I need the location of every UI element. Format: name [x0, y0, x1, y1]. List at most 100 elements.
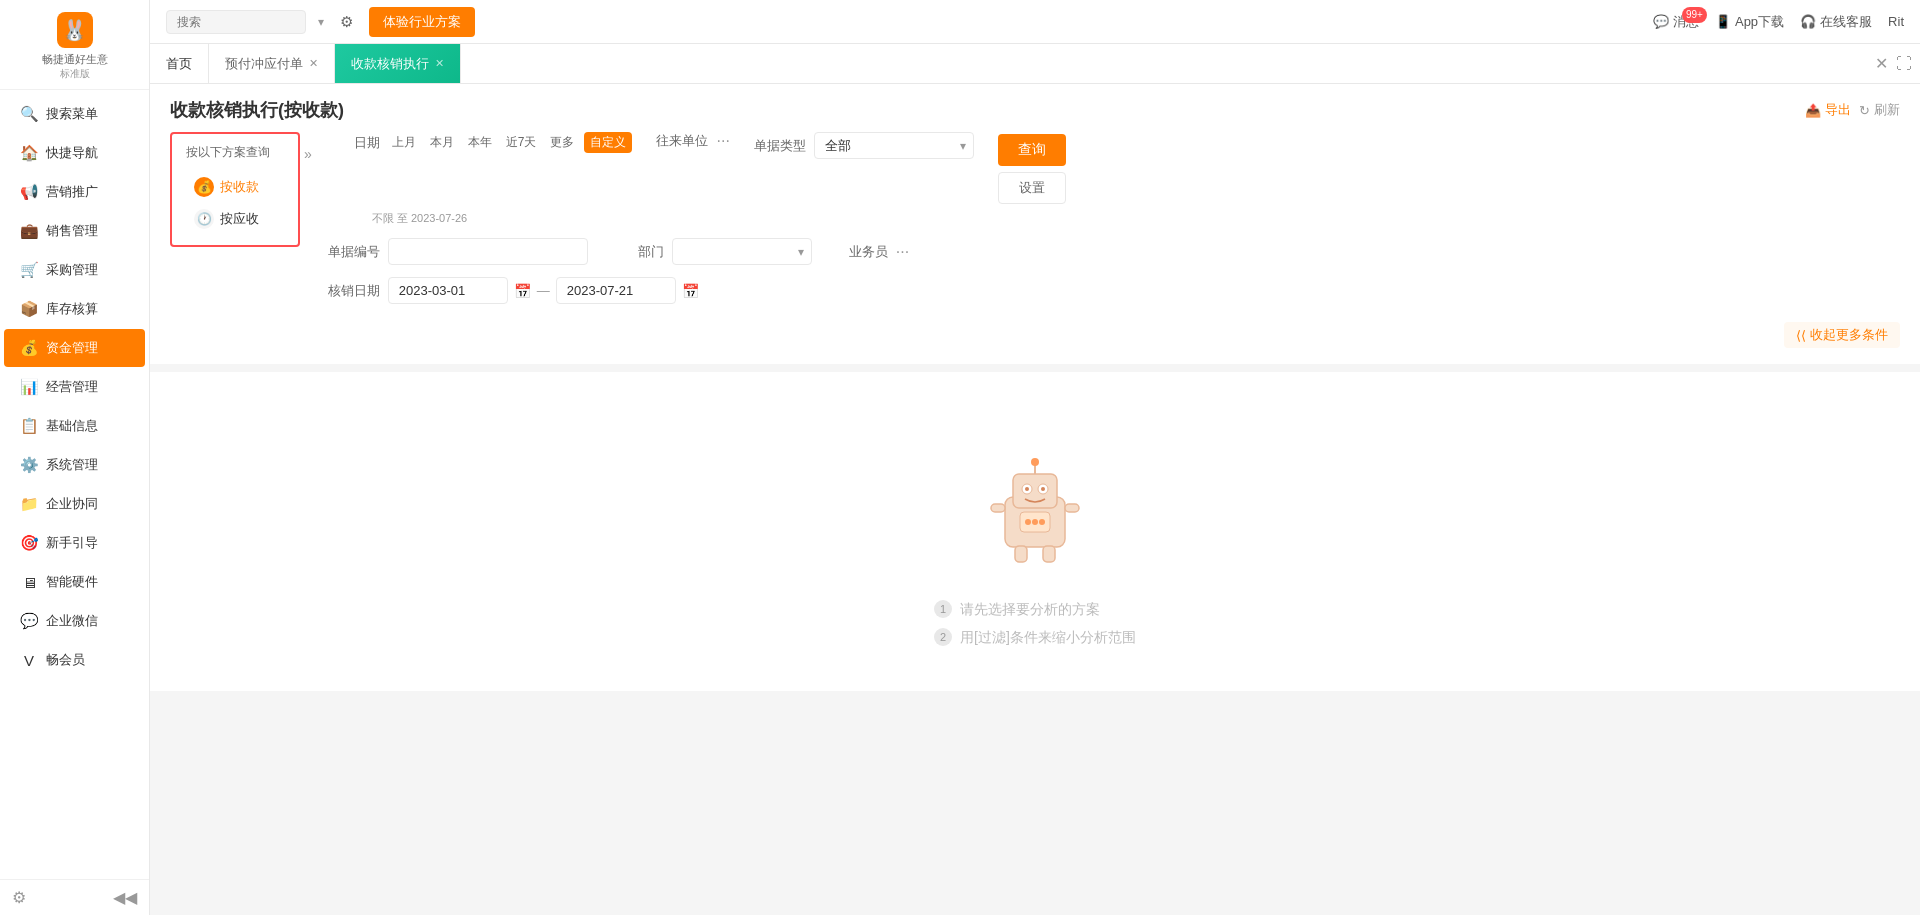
sidebar-item-basic-info[interactable]: 📋 基础信息 — [4, 407, 145, 445]
search-input[interactable] — [166, 10, 306, 34]
sidebar-item-search-menu[interactable]: 🔍 搜索菜单 — [4, 95, 145, 133]
partner-dots-button[interactable]: ··· — [716, 132, 729, 150]
dept-select[interactable] — [672, 238, 812, 265]
sidebar-item-purchase[interactable]: 🛒 采购管理 — [4, 251, 145, 289]
sidebar-icon-finance: 💰 — [20, 339, 38, 357]
filter-by-receivable[interactable]: 🕐 按应收 — [186, 203, 284, 235]
date-quick-buttons: 上月 本月 本年 近7天 更多 自定义 — [388, 132, 633, 153]
sidebar-label-guide: 新手引导 — [46, 534, 98, 552]
collapse-icon: ⟨⟨ — [1796, 328, 1806, 343]
voucher-type-label: 单据类型 — [754, 137, 806, 155]
sidebar-label-purchase: 采购管理 — [46, 261, 98, 279]
empty-tip-2: 2 用[过滤]条件来缩小分析范围 — [934, 623, 1136, 651]
messages-button[interactable]: 💬 消息 99+ — [1653, 13, 1699, 31]
writeoff-date-start-calendar-icon[interactable]: 📅 — [514, 283, 531, 299]
filter-section: 按以下方案查询 💰 按收款 🕐 按应收 » — [150, 132, 1920, 364]
sidebar-label-member: 畅会员 — [46, 651, 85, 669]
settings-bottom-icon[interactable]: ⚙ — [12, 888, 26, 907]
sidebar-item-finance[interactable]: 💰 资金管理 — [4, 329, 145, 367]
sidebar-item-system[interactable]: ⚙️ 系统管理 — [4, 446, 145, 484]
sidebar-label-finance: 资金管理 — [46, 339, 98, 357]
tab-collection-writeoff-close[interactable]: ✕ — [435, 57, 444, 70]
messages-badge: 99+ — [1682, 7, 1707, 23]
sidebar-icon-sales: 💼 — [20, 222, 38, 240]
tab-close-all-icon[interactable]: ✕ — [1875, 54, 1888, 73]
sidebar-item-quick-nav[interactable]: 🏠 快捷导航 — [4, 134, 145, 172]
tab-prepayment-close[interactable]: ✕ — [309, 57, 318, 70]
sidebar-icon-search-menu: 🔍 — [20, 105, 38, 123]
voucher-no-row: 单据编号 部门 — [328, 238, 1900, 265]
sidebar-icon-operations: 📊 — [20, 378, 38, 396]
export-icon: 📤 — [1805, 103, 1821, 118]
tab-bar-actions: ✕ ⛶ — [1875, 54, 1920, 73]
filter-collapse-icon[interactable]: » — [304, 146, 312, 162]
voucher-no-label: 单据编号 — [328, 243, 380, 261]
tab-collection-writeoff[interactable]: 收款核销执行 ✕ — [335, 44, 461, 83]
refresh-button[interactable]: ↻ 刷新 — [1859, 101, 1900, 119]
sidebar-icon-basic-info: 📋 — [20, 417, 38, 435]
sidebar-label-enterprise: 企业协同 — [46, 495, 98, 513]
sidebar-item-sales[interactable]: 💼 销售管理 — [4, 212, 145, 250]
svg-point-7 — [1031, 458, 1039, 466]
tip-num-1: 1 — [934, 600, 952, 618]
svg-point-14 — [1032, 519, 1038, 525]
date-btn-this-month[interactable]: 本月 — [426, 132, 458, 153]
employee-dots-button[interactable]: ··· — [896, 243, 909, 261]
sidebar-item-enterprise[interactable]: 📁 企业协同 — [4, 485, 145, 523]
svg-point-15 — [1039, 519, 1045, 525]
date-btn-this-year[interactable]: 本年 — [464, 132, 496, 153]
voucher-type-filter-group: 单据类型 全部 收款单 付款单 — [754, 132, 974, 159]
tab-collection-writeoff-label: 收款核销执行 — [351, 55, 429, 73]
tab-home[interactable]: 首页 — [150, 44, 209, 83]
empty-tips: 1 请先选择要分析的方案 2 用[过滤]条件来缩小分析范围 — [934, 595, 1136, 651]
date-btn-last-month[interactable]: 上月 — [388, 132, 420, 153]
mobile-icon: 📱 — [1715, 14, 1731, 29]
date-btn-more[interactable]: 更多 — [546, 132, 578, 153]
sidebar-icon-enterprise: 📁 — [20, 495, 38, 513]
industry-solution-button[interactable]: 体验行业方案 — [369, 7, 475, 37]
collapse-more-conditions-button[interactable]: ⟨⟨ 收起更多条件 — [1784, 322, 1900, 348]
sidebar-item-marketing[interactable]: 📢 营销推广 — [4, 173, 145, 211]
date-range-separator: — — [537, 283, 550, 298]
voucher-type-select[interactable]: 全部 收款单 付款单 — [814, 132, 974, 159]
sidebar-label-quick-nav: 快捷导航 — [46, 144, 98, 162]
writeoff-date-label: 核销日期 — [328, 282, 380, 300]
sidebar-icon-system: ⚙️ — [20, 456, 38, 474]
sidebar-icon-wechat: 💬 — [20, 612, 38, 630]
collapse-sidebar-icon[interactable]: ◀◀ — [113, 888, 137, 907]
settings-button[interactable]: 设置 — [998, 172, 1066, 204]
tab-maximize-icon[interactable]: ⛶ — [1896, 55, 1912, 73]
sidebar-item-guide[interactable]: 🎯 新手引导 — [4, 524, 145, 562]
sidebar-icon-inventory: 📦 — [20, 300, 38, 318]
headset-icon: 🎧 — [1800, 14, 1816, 29]
tab-home-label: 首页 — [166, 55, 192, 73]
date-btn-custom[interactable]: 自定义 — [584, 132, 632, 153]
writeoff-date-start-input[interactable] — [388, 277, 508, 304]
user-profile[interactable]: Rit — [1888, 14, 1904, 29]
sidebar-item-inventory[interactable]: 📦 库存核算 — [4, 290, 145, 328]
writeoff-date-end-input[interactable] — [556, 277, 676, 304]
voucher-no-input[interactable] — [388, 238, 588, 265]
settings-icon[interactable]: ⚙ — [340, 13, 353, 31]
filter-options-panel: 按以下方案查询 💰 按收款 🕐 按应收 — [170, 132, 300, 247]
date-btn-7days[interactable]: 近7天 — [502, 132, 541, 153]
filter-rows: 日期 上月 本月 本年 近7天 更多 自定义 — [328, 132, 1900, 348]
date-label: 日期 — [328, 134, 380, 152]
app-download-button[interactable]: 📱 App下载 — [1715, 13, 1784, 31]
writeoff-date-end-calendar-icon[interactable]: 📅 — [682, 283, 699, 299]
top-header: ▾ ⚙ 体验行业方案 💬 消息 99+ 📱 App下载 🎧 在线客服 Rit — [150, 0, 1920, 44]
sidebar-item-member[interactable]: V 畅会员 — [4, 641, 145, 679]
voucher-type-select-wrapper: 全部 收款单 付款单 — [814, 132, 974, 159]
search-chevron-icon[interactable]: ▾ — [318, 15, 324, 29]
online-service-button[interactable]: 🎧 在线客服 — [1800, 13, 1872, 31]
export-button[interactable]: 📤 导出 — [1805, 101, 1851, 119]
filter-by-collection[interactable]: 💰 按收款 — [186, 171, 284, 203]
sidebar-label-hardware: 智能硬件 — [46, 573, 98, 591]
sidebar-item-wechat[interactable]: 💬 企业微信 — [4, 602, 145, 640]
page-title-bar: 收款核销执行(按收款) 📤 导出 ↻ 刷新 — [150, 84, 1920, 132]
tab-prepayment[interactable]: 预付冲应付单 ✕ — [209, 44, 335, 83]
sidebar-item-hardware[interactable]: 🖥 智能硬件 — [4, 563, 145, 601]
query-button[interactable]: 查询 — [998, 134, 1066, 166]
sidebar-item-operations[interactable]: 📊 经营管理 — [4, 368, 145, 406]
tip-2-text: 用[过滤]条件来缩小分析范围 — [960, 623, 1136, 651]
